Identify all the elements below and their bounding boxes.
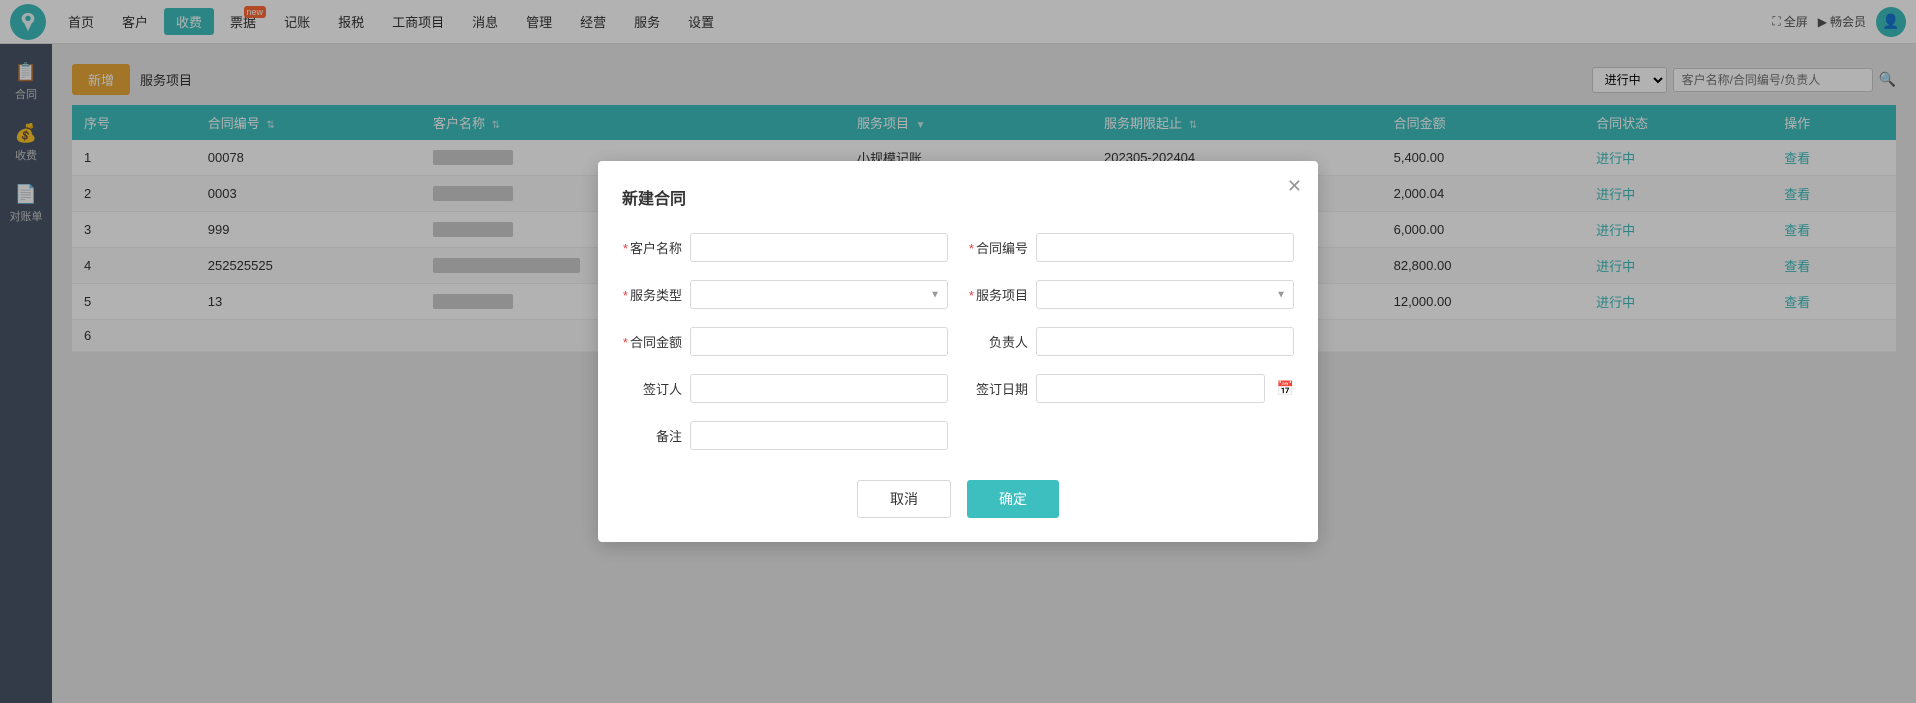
remarks-input[interactable] bbox=[690, 421, 948, 450]
contract-no-input[interactable] bbox=[1036, 233, 1294, 262]
form-group-client-name: *客户名称 bbox=[622, 233, 948, 262]
modal-close-button[interactable]: ✕ bbox=[1287, 177, 1302, 195]
form-group-signer: 签订人 bbox=[622, 374, 948, 403]
modal-footer: 取消 确定 bbox=[622, 480, 1294, 518]
modal-overlay[interactable]: 新建合同 ✕ *客户名称 *合同编号 *服务类型 bbox=[0, 0, 1916, 703]
service-item-select-wrap: ▼ bbox=[1036, 280, 1294, 309]
sign-date-label: 签订日期 bbox=[968, 379, 1028, 398]
form-group-contract-no: *合同编号 bbox=[968, 233, 1294, 262]
contract-amount-input[interactable]: 0.00 bbox=[690, 327, 948, 356]
service-type-select[interactable] bbox=[690, 280, 948, 309]
modal-title: 新建合同 bbox=[622, 185, 1294, 209]
service-type-select-wrap: ▼ bbox=[690, 280, 948, 309]
new-contract-modal: 新建合同 ✕ *客户名称 *合同编号 *服务类型 bbox=[598, 161, 1318, 542]
service-item-label: *服务项目 bbox=[968, 285, 1028, 304]
cancel-button[interactable]: 取消 bbox=[857, 480, 951, 518]
form-group-sign-date: 签订日期 2023-06-06 📅 bbox=[968, 374, 1294, 403]
form-group-remarks: 备注 bbox=[622, 421, 948, 450]
calendar-icon[interactable]: 📅 bbox=[1277, 380, 1294, 397]
form-group-service-item: *服务项目 ▼ bbox=[968, 280, 1294, 309]
form-row-3: *合同金额 0.00 负责人 bbox=[622, 327, 1294, 356]
client-name-label: *客户名称 bbox=[622, 238, 682, 257]
form-row-5: 备注 bbox=[622, 421, 1294, 450]
signer-label: 签订人 bbox=[622, 379, 682, 398]
confirm-button[interactable]: 确定 bbox=[967, 480, 1059, 518]
signer-input[interactable] bbox=[690, 374, 948, 403]
contract-no-label: *合同编号 bbox=[968, 238, 1028, 257]
responsible-person-input[interactable] bbox=[1036, 327, 1294, 356]
responsible-person-label: 负责人 bbox=[968, 332, 1028, 351]
sign-date-input[interactable]: 2023-06-06 bbox=[1036, 374, 1265, 403]
form-row-4: 签订人 签订日期 2023-06-06 📅 bbox=[622, 374, 1294, 403]
service-item-select[interactable] bbox=[1036, 280, 1294, 309]
form-group-responsible: 负责人 bbox=[968, 327, 1294, 356]
form-group-contract-amount: *合同金额 0.00 bbox=[622, 327, 948, 356]
form-group-service-type: *服务类型 ▼ bbox=[622, 280, 948, 309]
remarks-label: 备注 bbox=[622, 426, 682, 445]
form-row-2: *服务类型 ▼ *服务项目 ▼ bbox=[622, 280, 1294, 309]
client-name-input[interactable] bbox=[690, 233, 948, 262]
contract-amount-label: *合同金额 bbox=[622, 332, 682, 351]
service-type-label: *服务类型 bbox=[622, 285, 682, 304]
form-row-1: *客户名称 *合同编号 bbox=[622, 233, 1294, 262]
